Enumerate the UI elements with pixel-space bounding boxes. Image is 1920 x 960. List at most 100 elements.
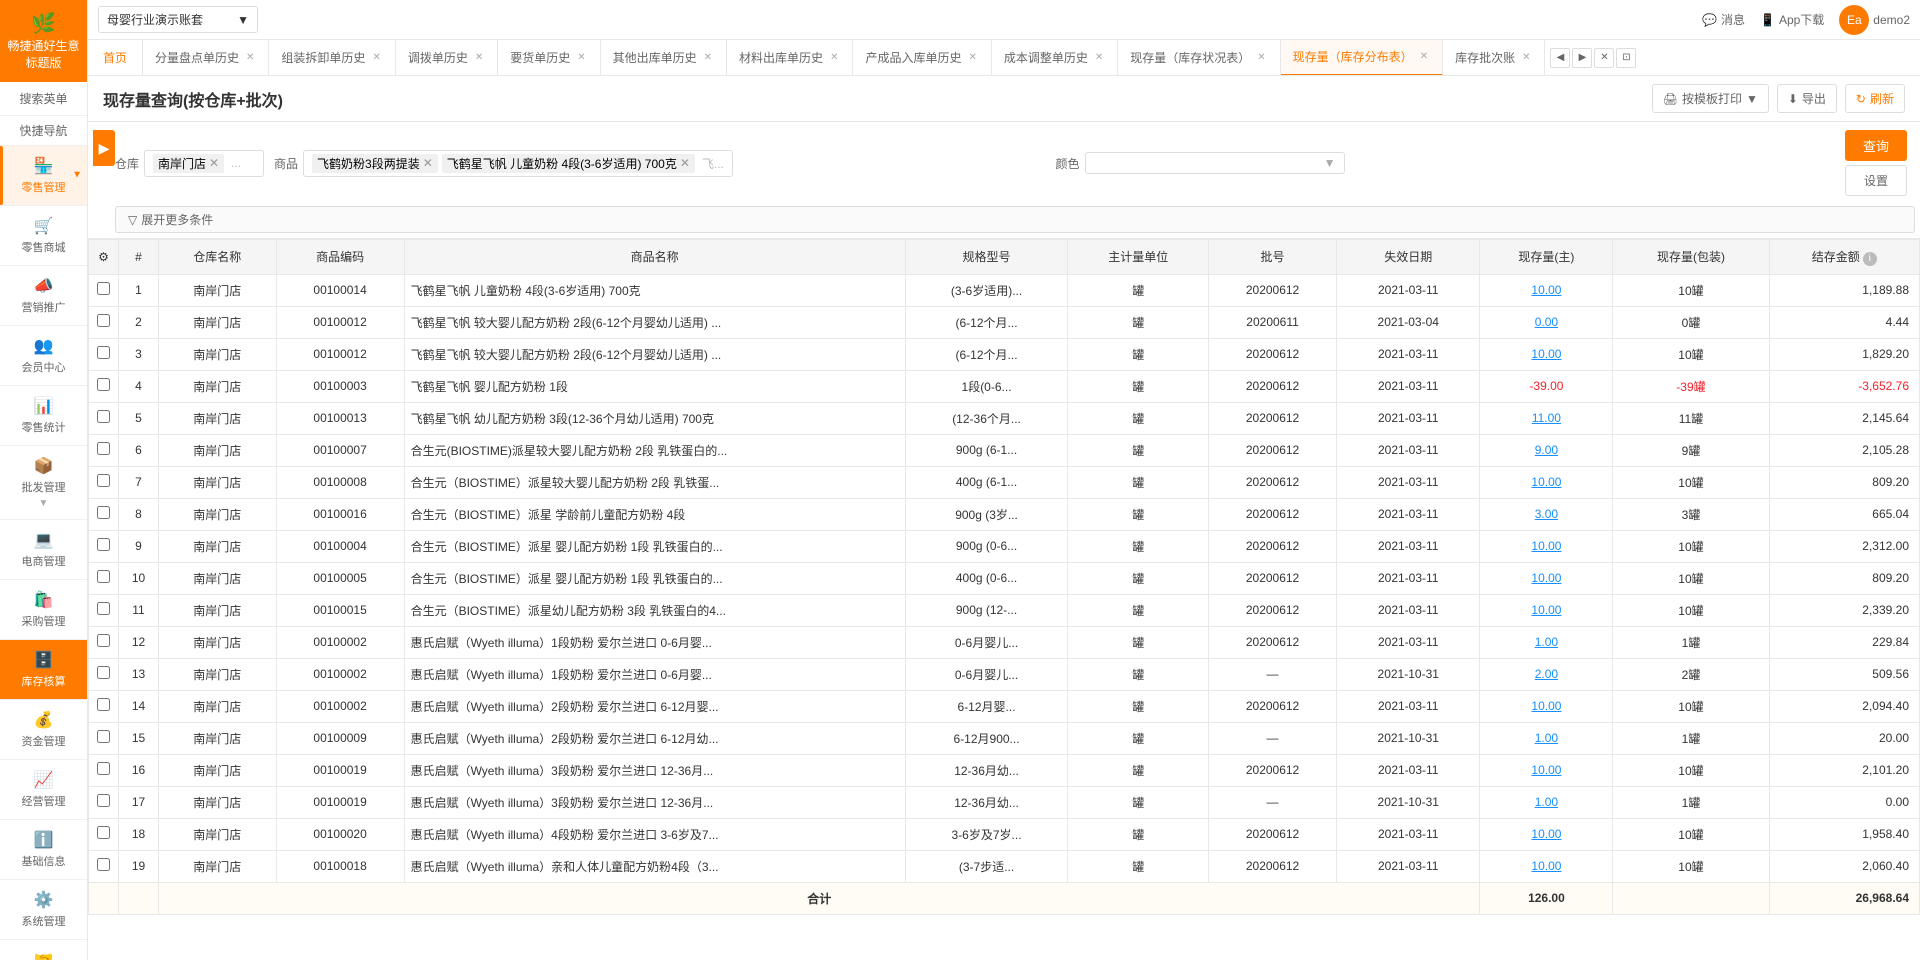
cell-gear-15[interactable] — [89, 754, 119, 786]
cell-qty-main-0[interactable]: 10.00 — [1480, 274, 1613, 306]
tab-expand-btn[interactable]: ⊡ — [1616, 48, 1636, 68]
cell-qty-main-16[interactable]: 1.00 — [1480, 786, 1613, 818]
tab-inv-dist-close[interactable]: ✕ — [1418, 49, 1430, 64]
warehouse-more[interactable]: ... — [231, 156, 241, 170]
sidebar-item-system[interactable]: ⚙️ 系统管理 — [0, 880, 87, 940]
cell-qty-main-7[interactable]: 3.00 — [1480, 498, 1613, 530]
row-checkbox-1[interactable] — [97, 314, 110, 327]
product-tag-1-close[interactable]: ✕ — [423, 156, 433, 170]
product-tag-2-close[interactable]: ✕ — [680, 156, 690, 170]
cell-gear-5[interactable] — [89, 434, 119, 466]
cell-gear-1[interactable] — [89, 306, 119, 338]
tab-material-out[interactable]: 材料出库单历史 ✕ — [727, 40, 853, 76]
sidebar-item-retail-mall[interactable]: 🛒 零售商城 — [0, 206, 87, 266]
row-checkbox-18[interactable] — [97, 858, 110, 871]
cell-qty-main-9[interactable]: 10.00 — [1480, 562, 1613, 594]
row-checkbox-3[interactable] — [97, 378, 110, 391]
cell-gear-6[interactable] — [89, 466, 119, 498]
cell-qty-main-18[interactable]: 10.00 — [1480, 850, 1613, 882]
orange-expand-btn[interactable]: ▶ — [93, 130, 115, 166]
row-checkbox-15[interactable] — [97, 762, 110, 775]
cell-qty-main-11[interactable]: 1.00 — [1480, 626, 1613, 658]
sidebar-item-basics[interactable]: ℹ️ 基础信息 — [0, 820, 87, 880]
cell-gear-12[interactable] — [89, 658, 119, 690]
sidebar-item-inventory[interactable]: 🗄️ 库存核算 — [0, 640, 87, 700]
cell-qty-main-3[interactable]: -39.00 — [1480, 370, 1613, 402]
tab-prev-btn[interactable]: ◀ — [1550, 48, 1570, 68]
cell-qty-main-6[interactable]: 10.00 — [1480, 466, 1613, 498]
tab-mix-history[interactable]: 调拨单历史 ✕ — [396, 40, 498, 76]
sidebar-item-marketing[interactable]: 📣 营销推广 — [0, 266, 87, 326]
cell-gear-18[interactable] — [89, 850, 119, 882]
balance-info-icon[interactable]: i — [1863, 252, 1877, 266]
cell-qty-main-4[interactable]: 11.00 — [1480, 402, 1613, 434]
cell-gear-16[interactable] — [89, 786, 119, 818]
settings-btn[interactable]: 设置 — [1845, 165, 1907, 196]
query-btn[interactable]: 查询 — [1845, 130, 1907, 161]
sidebar-search[interactable]: 搜索英单 — [0, 82, 87, 116]
cell-qty-main-14[interactable]: 1.00 — [1480, 722, 1613, 754]
tab-batch-ledger[interactable]: 库存批次账 ✕ — [1443, 40, 1545, 76]
tab-home[interactable]: 首页 — [88, 40, 143, 76]
msg-btn[interactable]: 💬 消息 — [1702, 11, 1745, 28]
export-btn[interactable]: ⬇ 导出 — [1777, 84, 1837, 113]
tab-other-out[interactable]: 其他出库单历史 ✕ — [601, 40, 727, 76]
cell-qty-main-17[interactable]: 10.00 — [1480, 818, 1613, 850]
product-more[interactable]: 飞... — [702, 155, 724, 172]
cell-qty-main-8[interactable]: 10.00 — [1480, 530, 1613, 562]
cell-gear-4[interactable] — [89, 402, 119, 434]
template-print-btn[interactable]: 🖨 按模板打印 ▼ — [1652, 84, 1769, 113]
row-checkbox-12[interactable] — [97, 666, 110, 679]
cell-gear-7[interactable] — [89, 498, 119, 530]
tab-product-in-close[interactable]: ✕ — [966, 50, 978, 65]
tab-material-out-close[interactable]: ✕ — [828, 50, 840, 65]
cell-qty-main-1[interactable]: 0.00 — [1480, 306, 1613, 338]
tab-product-in[interactable]: 产成品入库单历史 ✕ — [853, 40, 991, 76]
sidebar-item-wholesale[interactable]: 📦 批发管理 ▼ — [0, 446, 87, 520]
sidebar-item-ecommerce[interactable]: 💻 电商管理 — [0, 520, 87, 580]
refresh-btn[interactable]: ↻ 刷新 — [1845, 84, 1905, 113]
tab-split-history-close[interactable]: ✕ — [244, 50, 256, 65]
row-checkbox-0[interactable] — [97, 282, 110, 295]
cell-qty-main-12[interactable]: 2.00 — [1480, 658, 1613, 690]
cell-gear-10[interactable] — [89, 594, 119, 626]
tab-inv-dist[interactable]: 现存量（库存分布表） ✕ — [1281, 40, 1443, 76]
row-checkbox-2[interactable] — [97, 346, 110, 359]
cell-qty-main-15[interactable]: 10.00 — [1480, 754, 1613, 786]
app-download-btn[interactable]: 📱 App下载 — [1760, 11, 1824, 28]
sidebar-item-finance[interactable]: 💰 资金管理 — [0, 700, 87, 760]
cell-gear-13[interactable] — [89, 690, 119, 722]
tab-request-history[interactable]: 要货单历史 ✕ — [498, 40, 600, 76]
tab-cost-adjust-close[interactable]: ✕ — [1093, 50, 1105, 65]
sidebar-item-retail-stats[interactable]: 📊 零售统计 — [0, 386, 87, 446]
sidebar-item-member[interactable]: 👥 会员中心 — [0, 326, 87, 386]
expand-more-btn[interactable]: ▽ 展开更多条件 — [115, 206, 1915, 233]
cell-qty-main-5[interactable]: 9.00 — [1480, 434, 1613, 466]
sidebar-item-operations[interactable]: 📈 经营管理 — [0, 760, 87, 820]
tab-close-all-btn[interactable]: ✕ — [1594, 48, 1614, 68]
color-filter-box[interactable]: ▼ — [1085, 152, 1345, 174]
cell-gear-17[interactable] — [89, 818, 119, 850]
row-checkbox-6[interactable] — [97, 474, 110, 487]
row-checkbox-7[interactable] — [97, 506, 110, 519]
cell-qty-main-2[interactable]: 10.00 — [1480, 338, 1613, 370]
company-select[interactable]: 母婴行业演示账套 ▼ — [98, 6, 258, 33]
cell-gear-14[interactable] — [89, 722, 119, 754]
tab-cost-adjust[interactable]: 成本调整单历史 ✕ — [992, 40, 1118, 76]
warehouse-tag-1-close[interactable]: ✕ — [209, 156, 219, 170]
row-checkbox-5[interactable] — [97, 442, 110, 455]
cell-gear-0[interactable] — [89, 274, 119, 306]
cell-gear-9[interactable] — [89, 562, 119, 594]
product-filter-box[interactable]: 飞鹤奶粉3段两提装 ✕ 飞鹤星飞帆 儿童奶粉 4段(3-6岁适用) 700克 ✕… — [303, 150, 733, 177]
row-checkbox-16[interactable] — [97, 794, 110, 807]
tab-split-history[interactable]: 分量盘点单历史 ✕ — [143, 40, 269, 76]
sidebar-item-enterprise[interactable]: 🤝 企业协同 — [0, 940, 87, 960]
tab-inv-status-close[interactable]: ✕ — [1255, 50, 1267, 65]
cell-qty-main-10[interactable]: 10.00 — [1480, 594, 1613, 626]
cell-gear-3[interactable] — [89, 370, 119, 402]
row-checkbox-14[interactable] — [97, 730, 110, 743]
tab-inv-status[interactable]: 现存量（库存状况表） ✕ — [1118, 40, 1280, 76]
tab-batch-ledger-close[interactable]: ✕ — [1520, 50, 1532, 65]
tab-mix-close[interactable]: ✕ — [473, 50, 485, 65]
sidebar-nav[interactable]: 快捷导航 — [0, 116, 87, 146]
